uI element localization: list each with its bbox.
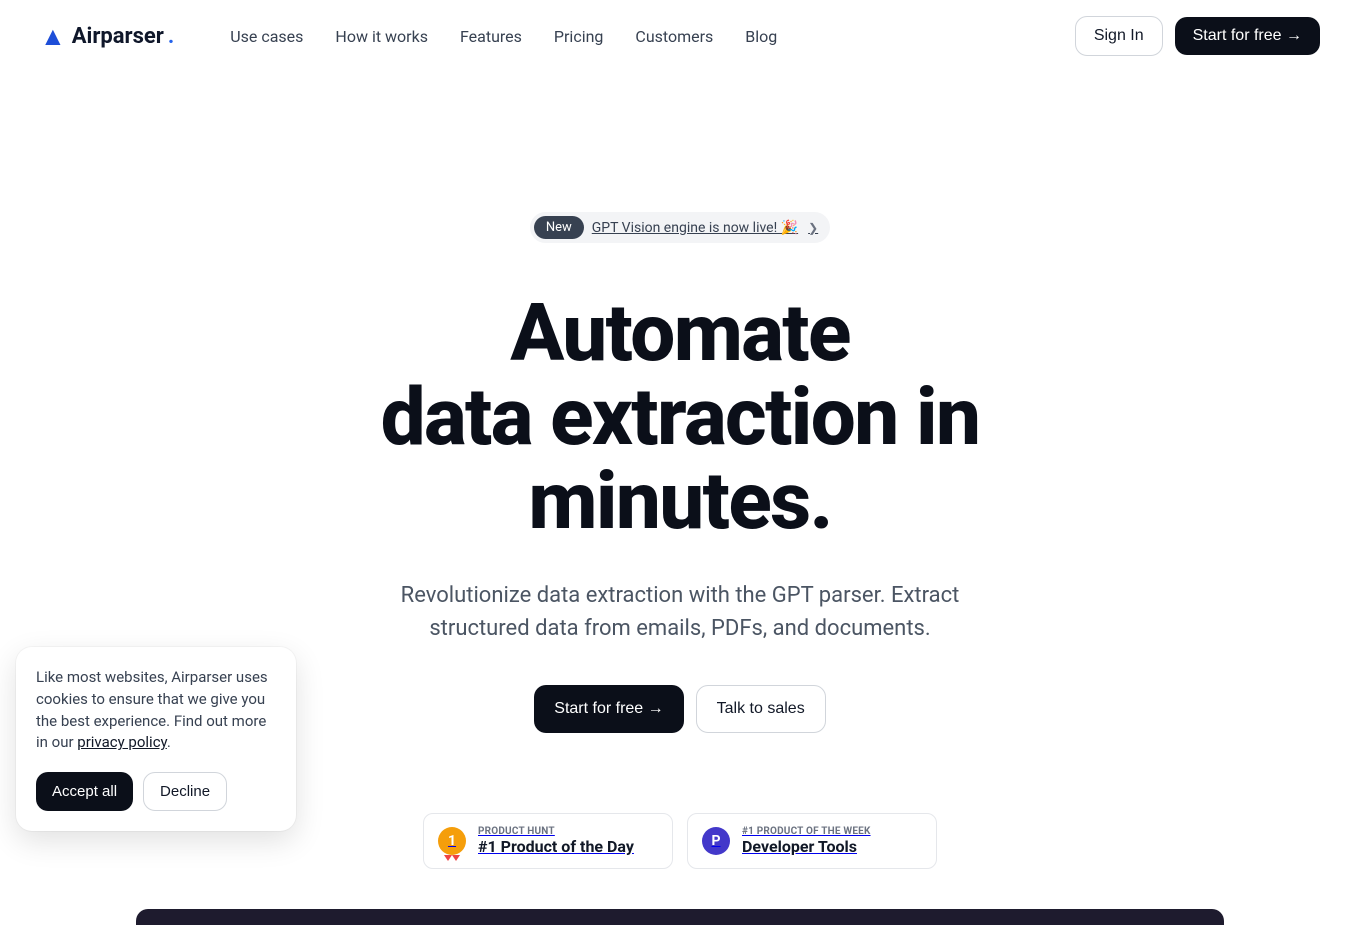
- hero-line-3: minutes.: [528, 454, 831, 548]
- hero-headline: Automate data extraction in minutes.: [0, 291, 1360, 543]
- award-main-label: Developer Tools: [742, 837, 871, 856]
- nav-use-cases[interactable]: Use cases: [230, 27, 303, 46]
- start-free-header-button[interactable]: Start for free →: [1175, 17, 1320, 55]
- new-badge: New: [534, 216, 584, 239]
- hero-line-2: data extraction in: [381, 370, 980, 464]
- nav-how-it-works[interactable]: How it works: [335, 27, 428, 46]
- announcement-pill[interactable]: New GPT Vision engine is now live! 🎉 ❯: [530, 212, 830, 243]
- logo-dot-icon: .: [168, 24, 174, 49]
- hero-subheadline: Revolutionize data extraction with the G…: [360, 579, 1000, 645]
- primary-nav: Use cases How it works Features Pricing …: [230, 27, 777, 46]
- start-free-hero-button[interactable]: Start for free →: [534, 685, 683, 733]
- header-actions: Sign In Start for free →: [1075, 16, 1320, 56]
- nav-pricing[interactable]: Pricing: [554, 27, 604, 46]
- site-header: ▲ Airparser. Use cases How it works Feat…: [0, 0, 1360, 72]
- nav-customers[interactable]: Customers: [635, 27, 713, 46]
- hero-line-1: Automate: [510, 286, 850, 380]
- brand-logo[interactable]: ▲ Airparser.: [40, 21, 174, 52]
- award-top-label: #1 PRODUCT OF THE WEEK: [742, 826, 871, 837]
- demo-video-preview[interactable]: [136, 909, 1224, 925]
- medal-icon: 1: [438, 827, 466, 855]
- chevron-right-icon: ❯: [808, 221, 818, 235]
- brand-name: Airparser: [72, 24, 164, 49]
- award-product-hunt-day[interactable]: 1 PRODUCT HUNT #1 Product of the Day: [423, 813, 673, 869]
- cookie-text-suffix: .: [167, 733, 171, 751]
- sign-in-button[interactable]: Sign In: [1075, 16, 1163, 56]
- nav-blog[interactable]: Blog: [745, 27, 777, 46]
- logo-mark-icon: ▲: [40, 21, 66, 52]
- decline-cookies-button[interactable]: Decline: [143, 772, 227, 811]
- award-top-label: PRODUCT HUNT: [478, 826, 634, 837]
- privacy-policy-link[interactable]: privacy policy: [77, 733, 167, 751]
- award-main-label: #1 Product of the Day: [478, 837, 634, 856]
- cookie-buttons: Accept all Decline: [36, 772, 276, 811]
- cookie-text: Like most websites, Airparser uses cooki…: [36, 667, 276, 754]
- talk-to-sales-button[interactable]: Talk to sales: [696, 685, 826, 733]
- nav-features[interactable]: Features: [460, 27, 522, 46]
- cookie-banner: Like most websites, Airparser uses cooki…: [16, 647, 296, 831]
- announcement-text: GPT Vision engine is now live! 🎉: [592, 220, 798, 236]
- p-badge-icon: P: [702, 827, 730, 855]
- accept-cookies-button[interactable]: Accept all: [36, 772, 133, 811]
- award-product-week[interactable]: P #1 PRODUCT OF THE WEEK Developer Tools: [687, 813, 937, 869]
